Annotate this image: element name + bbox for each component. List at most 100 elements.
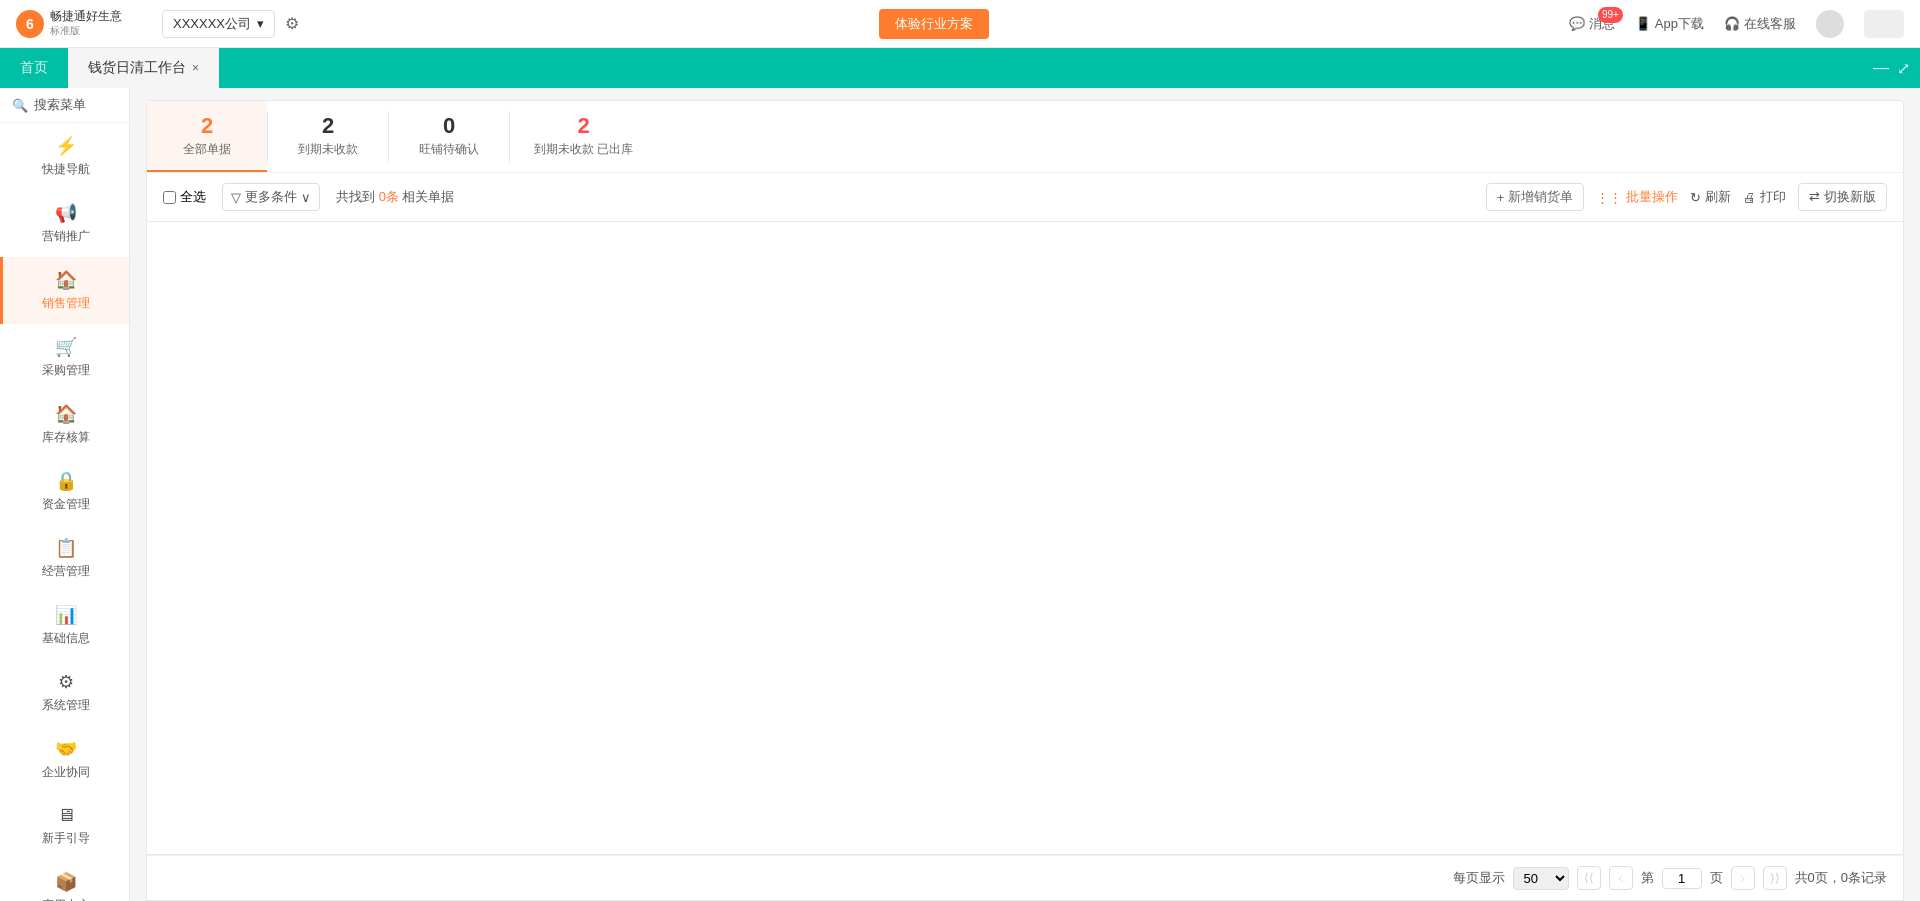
batch-icon: ⋮⋮ (1596, 190, 1622, 205)
guide-label: 新手引导 (42, 830, 90, 847)
message-icon: 💬 (1569, 16, 1585, 31)
tab-home[interactable]: 首页 (0, 48, 68, 88)
tab-close-icon[interactable]: × (192, 61, 199, 75)
sidebar-item-purchase[interactable]: 🛒 采购管理 (0, 324, 129, 391)
select-all-label: 全选 (180, 188, 206, 206)
settings-icon[interactable]: ⚙ (285, 14, 299, 33)
next-page-btn[interactable]: ﹥ (1731, 866, 1755, 890)
system-label: 系统管理 (42, 697, 90, 714)
tab-not-shipped-count: 2 (534, 113, 633, 139)
operations-label: 经营管理 (42, 563, 90, 580)
inventory-label: 库存核算 (42, 429, 90, 446)
tab-wangpu-label: 旺铺待确认 (419, 142, 479, 156)
page-size-select[interactable]: 50 20 100 (1513, 867, 1569, 890)
prev-page-btn[interactable]: ﹤ (1609, 866, 1633, 890)
found-info: 共找到 0条 相关单据 (336, 188, 454, 206)
last-page-btn[interactable]: ⟩⟩ (1763, 866, 1787, 890)
online-service-label: 在线客服 (1744, 15, 1796, 33)
status-tab-not-shipped[interactable]: 2 到期未收款 已出库 (510, 101, 657, 172)
main-layout: 🔍 搜索菜单 ⚡ 快捷导航 📢 营销推广 🏠 销售管理 🛒 采购管理 🏠 库存核… (0, 88, 1920, 901)
sidebar-item-finance[interactable]: 🔒 资金管理 (0, 458, 129, 525)
batch-label: 批量操作 (1626, 188, 1678, 206)
page-size-label: 每页显示 (1453, 869, 1505, 887)
quick-nav-icon: ⚡ (55, 135, 77, 157)
sales-label: 销售管理 (42, 295, 90, 312)
sidebar: 🔍 搜索菜单 ⚡ 快捷导航 📢 营销推广 🏠 销售管理 🛒 采购管理 🏠 库存核… (0, 88, 130, 901)
switch-label: 切换新版 (1824, 189, 1876, 204)
tab-overdue-label: 到期未收款 (298, 142, 358, 156)
company-selector[interactable]: XXXXXX公司 ▾ (162, 10, 275, 38)
tab-expand-btn[interactable]: ⤢ (1897, 59, 1910, 78)
sales-icon: 🏠 (55, 269, 77, 291)
first-page-btn[interactable]: ⟨⟨ (1577, 866, 1601, 890)
avatar[interactable] (1816, 10, 1844, 38)
user-menu[interactable] (1864, 10, 1904, 38)
app-center-icon: 📦 (55, 871, 77, 893)
basic-info-label: 基础信息 (42, 630, 90, 647)
app-download-label: App下载 (1655, 15, 1704, 33)
filter-icon: ▽ (231, 190, 241, 205)
status-tab-wangpu[interactable]: 0 旺铺待确认 (389, 101, 509, 172)
app-download-btn[interactable]: 📱 App下载 (1635, 15, 1704, 33)
tab-wangpu-count: 0 (413, 113, 485, 139)
refresh-label: 刷新 (1705, 188, 1731, 206)
page-suffix: 页 (1710, 869, 1723, 887)
experience-btn[interactable]: 体验行业方案 (879, 9, 989, 39)
basic-info-icon: 📊 (55, 604, 77, 626)
purchase-label: 采购管理 (42, 362, 90, 379)
batch-ops-btn[interactable]: ⋮⋮ 批量操作 (1596, 188, 1678, 206)
sidebar-item-enterprise[interactable]: 🤝 企业协同 (0, 726, 129, 793)
found-prefix: 共找到 (336, 189, 375, 204)
tab-all-count: 2 (171, 113, 243, 139)
add-sales-btn[interactable]: + 新增销货单 (1486, 183, 1585, 211)
system-icon: ⚙ (58, 671, 74, 693)
status-tab-overdue[interactable]: 2 到期未收款 (268, 101, 388, 172)
sidebar-item-marketing[interactable]: 📢 营销推广 (0, 190, 129, 257)
message-badge: 99+ (1598, 7, 1623, 23)
switch-icon: ⇄ (1809, 189, 1820, 204)
sidebar-item-guide[interactable]: 🖥 新手引导 (0, 793, 129, 859)
enterprise-label: 企业协同 (42, 764, 90, 781)
filter-chevron-icon: ∨ (301, 190, 311, 205)
main-content: 2 全部单据 2 到期未收款 0 旺铺待确认 2 到期未收款 已出库 (130, 88, 1920, 901)
service-icon: 🎧 (1724, 16, 1740, 31)
checkbox-input[interactable] (163, 191, 176, 204)
filter-btn[interactable]: ▽ 更多条件 ∨ (222, 183, 320, 211)
tab-bar-right: — ⤢ (1863, 48, 1920, 88)
download-icon: 📱 (1635, 16, 1651, 31)
sidebar-item-basic-info[interactable]: 📊 基础信息 (0, 592, 129, 659)
logo-title: 畅捷通好生意 (50, 9, 122, 25)
finance-label: 资金管理 (42, 496, 90, 513)
search-icon: 🔍 (12, 98, 28, 113)
sidebar-item-quick-nav[interactable]: ⚡ 快捷导航 (0, 123, 129, 190)
quick-nav-label: 快捷导航 (42, 161, 90, 178)
sidebar-item-system[interactable]: ⚙ 系统管理 (0, 659, 129, 726)
message-btn[interactable]: 💬 消息 99+ (1569, 15, 1615, 33)
sidebar-item-operations[interactable]: 📋 经营管理 (0, 525, 129, 592)
page-number-input[interactable] (1662, 868, 1702, 889)
status-tabs: 2 全部单据 2 到期未收款 0 旺铺待确认 2 到期未收款 已出库 (146, 100, 1904, 172)
marketing-icon: 📢 (55, 202, 77, 224)
header-right: 💬 消息 99+ 📱 App下载 🎧 在线客服 (1569, 10, 1904, 38)
sidebar-item-inventory[interactable]: 🏠 库存核算 (0, 391, 129, 458)
tab-minimize-btn[interactable]: — (1873, 59, 1889, 77)
print-icon: 🖨 (1743, 190, 1756, 205)
sidebar-search-label: 搜索菜单 (34, 96, 86, 114)
tab-active[interactable]: 钱货日清工作台 × (68, 48, 219, 88)
online-service-btn[interactable]: 🎧 在线客服 (1724, 15, 1796, 33)
finance-icon: 🔒 (55, 470, 77, 492)
logo-area: 6 畅捷通好生意 标准版 (16, 9, 146, 39)
print-btn[interactable]: 🖨 打印 (1743, 188, 1786, 206)
status-tab-all[interactable]: 2 全部单据 (147, 101, 267, 172)
found-suffix: 相关单据 (402, 189, 454, 204)
sidebar-item-app-center[interactable]: 📦 应用中心 (0, 859, 129, 901)
sidebar-item-sales[interactable]: 🏠 销售管理 (0, 257, 129, 324)
tab-all-label: 全部单据 (183, 142, 231, 156)
refresh-btn[interactable]: ↻ 刷新 (1690, 188, 1731, 206)
sidebar-search[interactable]: 🔍 搜索菜单 (0, 88, 129, 123)
select-all-checkbox[interactable]: 全选 (163, 188, 206, 206)
tab-active-label: 钱货日清工作台 (88, 59, 186, 77)
app-center-label: 应用中心 (42, 897, 90, 901)
total-info: 共0页，0条记录 (1795, 869, 1887, 887)
switch-version-btn[interactable]: ⇄ 切换新版 (1798, 183, 1887, 211)
